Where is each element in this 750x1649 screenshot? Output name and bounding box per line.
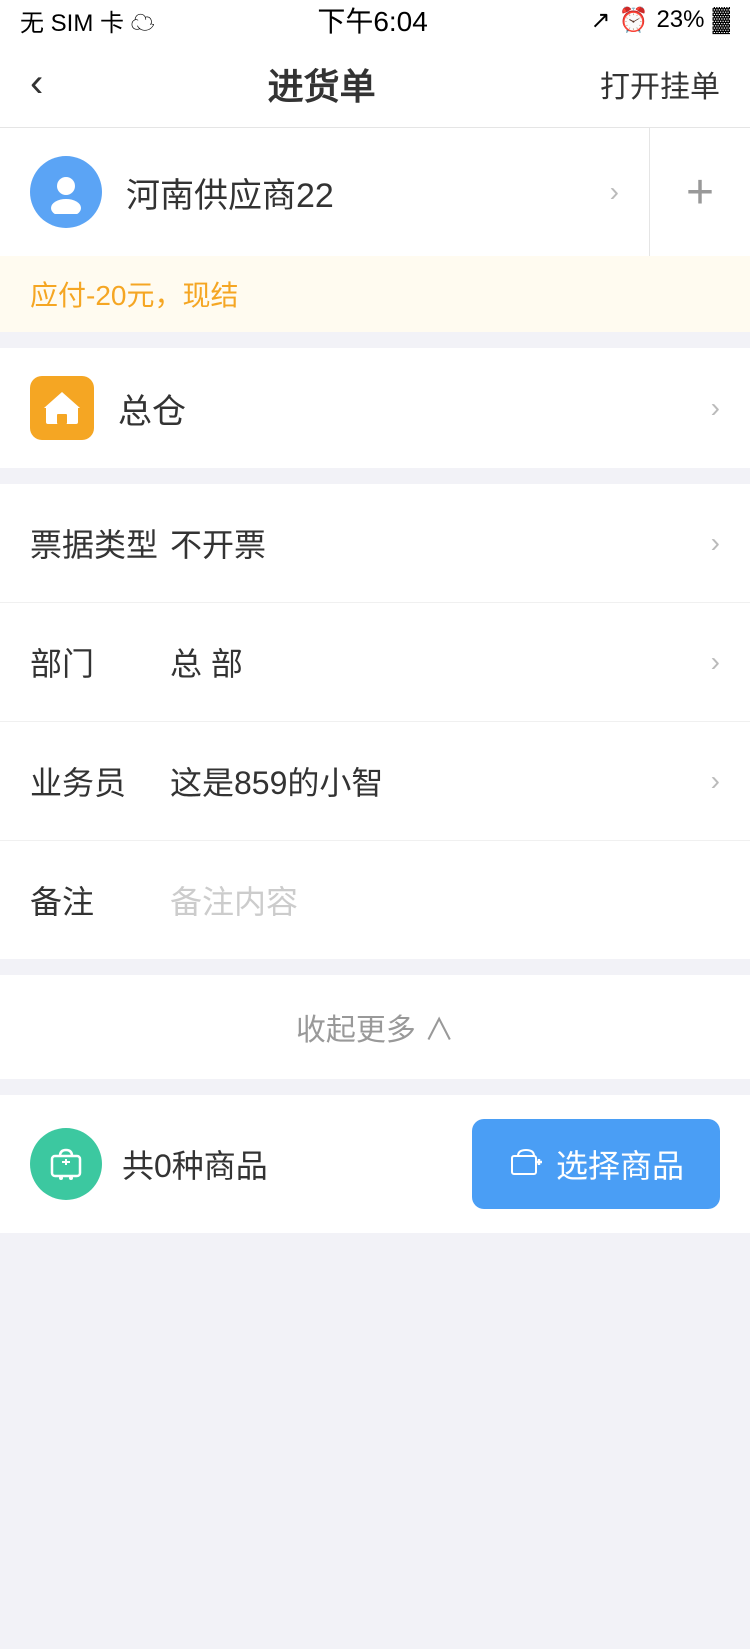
supplier-selector[interactable]: 河南供应商22 › — [0, 128, 650, 256]
battery-icon: ▓ — [713, 6, 731, 34]
chevron-right-icon: › — [711, 527, 720, 559]
battery-label: 23% — [656, 6, 704, 34]
department-row[interactable]: 部门 总 部 › — [0, 603, 750, 722]
product-icon — [30, 1128, 102, 1200]
chevron-right-icon: › — [610, 176, 619, 208]
bottom-bar: 共0种商品 选择商品 — [0, 1095, 750, 1233]
warehouse-name: 总仓 — [118, 384, 701, 433]
remark-input[interactable]: 备注内容 — [170, 877, 720, 923]
warehouse-icon — [30, 376, 94, 440]
remark-label: 备注 — [30, 877, 170, 923]
chevron-right-icon: › — [711, 765, 720, 797]
salesperson-row[interactable]: 业务员 这是859的小智 › — [0, 722, 750, 841]
invoice-type-row[interactable]: 票据类型 不开票 › — [0, 484, 750, 603]
content-area: 河南供应商22 › + 应付-20元，现结 总仓 › 票据类型 不开票 › 部门… — [0, 128, 750, 1649]
supplier-name: 河南供应商22 — [126, 168, 600, 217]
page-background — [0, 1249, 750, 1649]
notice-bar: 应付-20元，现结 — [0, 256, 750, 332]
supplier-avatar — [30, 156, 102, 228]
cart-icon — [44, 1142, 88, 1186]
collapse-label: 收起更多 ∧ — [296, 1005, 454, 1049]
remark-row[interactable]: 备注 备注内容 — [0, 841, 750, 959]
status-right: ↗ ⏰ 23% ▓ — [590, 6, 730, 35]
department-label: 部门 — [30, 639, 170, 685]
form-section: 票据类型 不开票 › 部门 总 部 › 业务员 这是859的小智 › 备注 备注… — [0, 484, 750, 959]
collapse-button[interactable]: 收起更多 ∧ — [0, 975, 750, 1079]
salesperson-label: 业务员 — [30, 758, 170, 804]
select-product-button[interactable]: 选择商品 — [472, 1119, 720, 1209]
back-button[interactable]: ‹ — [30, 61, 43, 106]
chevron-right-icon: › — [711, 392, 720, 424]
supplier-section: 河南供应商22 › + — [0, 128, 750, 256]
location-icon: ↗ — [590, 6, 610, 35]
alarm-icon: ⏰ — [619, 6, 649, 35]
add-supplier-button[interactable]: + — [650, 128, 750, 256]
house-icon — [42, 388, 82, 428]
notice-text: 应付-20元，现结 — [30, 280, 238, 311]
status-time: 下午6:04 — [317, 0, 428, 40]
product-count: 共0种商品 — [122, 1141, 452, 1187]
add-cart-icon — [508, 1146, 544, 1182]
status-bar: 无 SIM 卡 ☁ 下午6:04 ↗ ⏰ 23% ▓ — [0, 0, 750, 40]
department-value: 总 部 — [170, 639, 701, 685]
open-pending-button[interactable]: 打开挂单 — [600, 62, 720, 106]
select-product-label: 选择商品 — [556, 1141, 684, 1187]
salesperson-value: 这是859的小智 — [170, 758, 701, 804]
status-left: 无 SIM 卡 ☁ — [20, 3, 155, 38]
invoice-type-label: 票据类型 — [30, 520, 170, 566]
sim-label: 无 SIM 卡 ☁ — [20, 3, 155, 38]
warehouse-selector[interactable]: 总仓 › — [0, 348, 750, 468]
person-icon — [44, 170, 88, 214]
page-title: 进货单 — [268, 58, 376, 110]
chevron-right-icon: › — [711, 646, 720, 678]
nav-bar: ‹ 进货单 打开挂单 — [0, 40, 750, 128]
invoice-type-value: 不开票 — [170, 520, 701, 566]
